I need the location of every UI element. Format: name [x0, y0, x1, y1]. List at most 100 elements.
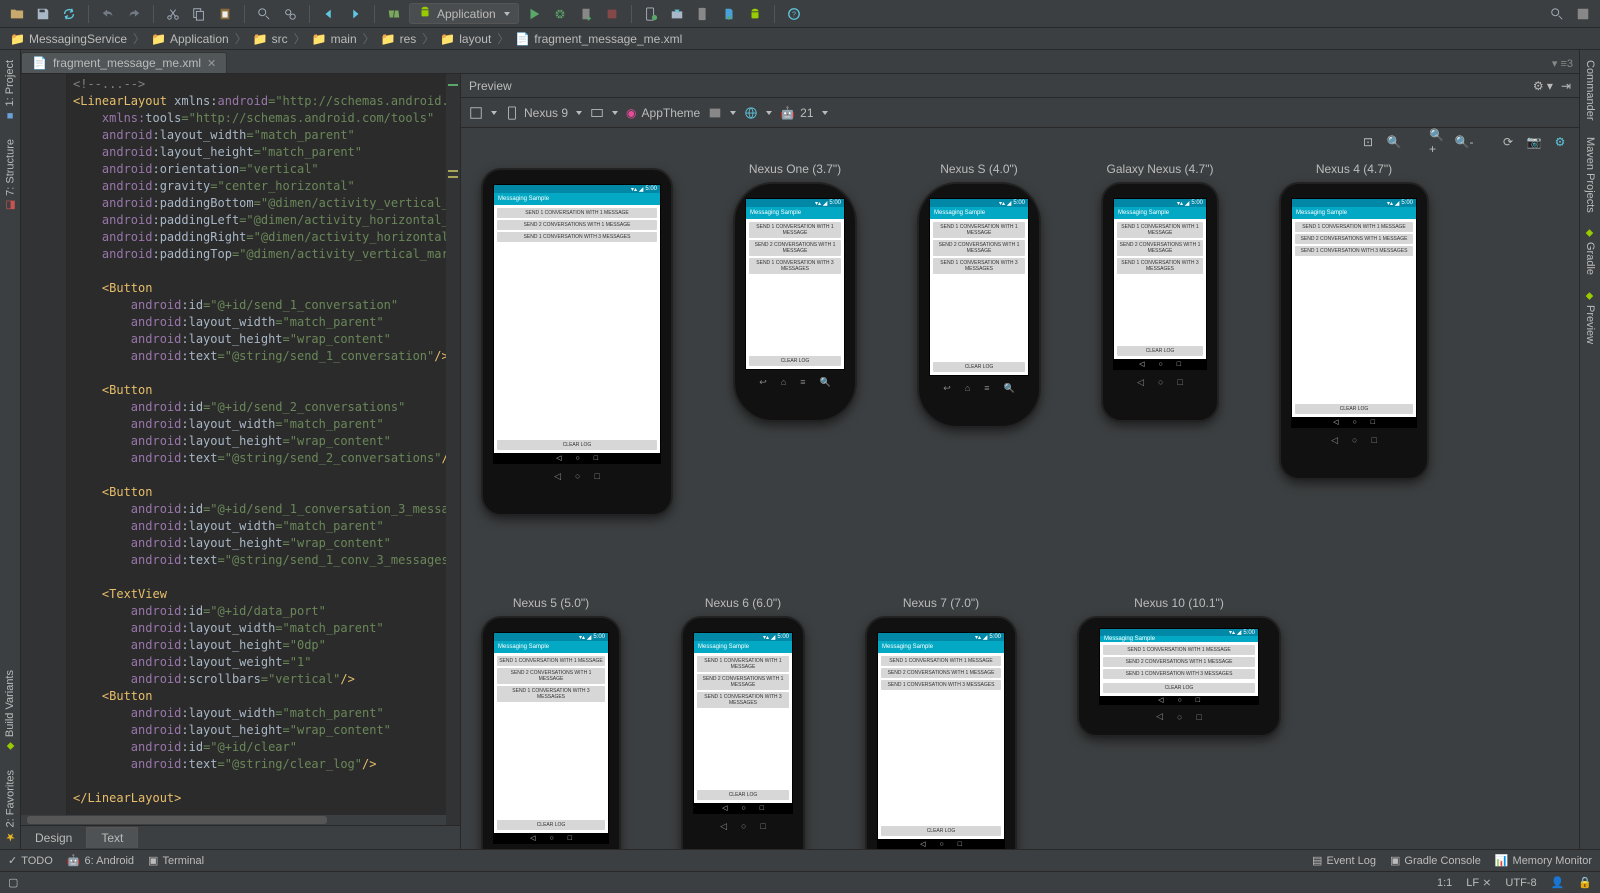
- memory-monitor-button[interactable]: 📊 Memory Monitor: [1495, 854, 1592, 867]
- device-preview[interactable]: Nexus 7 (7.0")▾▴ ◢5:00Messaging SampleSE…: [865, 596, 1017, 849]
- tool-windows-icon[interactable]: ▢: [8, 876, 18, 889]
- zoom-out-icon[interactable]: 🔍-: [1455, 133, 1473, 151]
- run-configuration-dropdown[interactable]: Application: [409, 3, 519, 24]
- device-preview[interactable]: Nexus 4 (4.7")▾▴ ◢5:00Messaging SampleSE…: [1279, 162, 1429, 480]
- sync-gradle-icon[interactable]: [718, 3, 740, 25]
- render-options-icon[interactable]: [469, 106, 497, 120]
- gear-icon[interactable]: ⚙ ▾: [1533, 79, 1553, 93]
- orientation-icon[interactable]: [590, 106, 618, 120]
- file-encoding[interactable]: UTF-8: [1505, 877, 1536, 889]
- project-structure-icon[interactable]: [744, 3, 766, 25]
- lock-icon[interactable]: 🔒: [1578, 876, 1592, 889]
- gradle-button[interactable]: ⬥Gradle: [1584, 222, 1596, 281]
- svg-text:?: ?: [792, 11, 796, 18]
- inspection-icon[interactable]: 👤: [1551, 876, 1565, 889]
- device-preview[interactable]: Nexus 6 (6.0")▾▴ ◢5:00Messaging SampleSE…: [681, 596, 805, 849]
- gradle-console-button[interactable]: ▣ Gradle Console: [1390, 854, 1481, 867]
- open-icon[interactable]: [6, 3, 28, 25]
- save-all-icon[interactable]: [32, 3, 54, 25]
- breadcrumb-item[interactable]: 📁main: [308, 32, 361, 46]
- stop-icon[interactable]: [601, 3, 623, 25]
- search-everywhere-icon[interactable]: [1546, 3, 1568, 25]
- right-tool-stripe: Commander Maven Projects ⬥Gradle ⬥Previe…: [1579, 50, 1600, 849]
- find-icon[interactable]: [253, 3, 275, 25]
- help-icon[interactable]: ?: [783, 3, 805, 25]
- status-bar: ▢ 1:1 LF ⨯ UTF-8 👤 🔒: [0, 871, 1600, 893]
- event-log-button[interactable]: ▤ Event Log: [1312, 854, 1376, 867]
- tab-text[interactable]: Text: [86, 827, 138, 848]
- breadcrumb-item[interactable]: 📁layout: [436, 32, 495, 46]
- android-button[interactable]: 🤖 6: Android: [67, 854, 134, 867]
- activity-icon[interactable]: [708, 106, 736, 120]
- breadcrumb-item[interactable]: 📁src: [249, 32, 292, 46]
- device-preview[interactable]: Nexus One (3.7")▾▴ ◢5:00Messaging Sample…: [733, 162, 857, 422]
- preview-title: Preview: [469, 79, 512, 93]
- android-icon: [418, 5, 432, 22]
- preview-canvas[interactable]: ▾▴ ◢5:00Messaging SampleSEND 1 CONVERSAT…: [461, 156, 1579, 849]
- device-selector[interactable]: Nexus 9: [505, 106, 582, 120]
- device-preview[interactable]: Nexus 10 (10.1")▾▴ ◢5:00Messaging Sample…: [1077, 596, 1281, 737]
- editor-tabs: 📄 fragment_message_me.xml ✕ ▾ ≡3: [21, 50, 1579, 74]
- zoom-in-icon[interactable]: 🔍+: [1429, 133, 1447, 151]
- code-editor[interactable]: <!--...--> <LinearLayout xmlns:android="…: [67, 74, 460, 815]
- favorites-button[interactable]: ★2: Favorites: [4, 764, 17, 849]
- device-name-label: Galaxy Nexus (4.7"): [1107, 162, 1214, 176]
- preview-zoom-bar: ⊡ 🔍 🔍+ 🔍- ⟳ 📷 ⚙: [461, 128, 1579, 156]
- run-icon[interactable]: [523, 3, 545, 25]
- make-icon[interactable]: [383, 3, 405, 25]
- commander-button[interactable]: Commander: [1584, 54, 1596, 127]
- device-name-label: Nexus One (3.7"): [749, 162, 841, 176]
- api-level-selector[interactable]: 🤖21: [780, 106, 827, 120]
- forward-icon[interactable]: [344, 3, 366, 25]
- line-ending[interactable]: LF ⨯: [1466, 876, 1491, 889]
- horizontal-scrollbar[interactable]: [21, 815, 460, 825]
- device-preview[interactable]: Galaxy Nexus (4.7")▾▴ ◢5:00Messaging Sam…: [1101, 162, 1219, 422]
- sync-icon[interactable]: [58, 3, 80, 25]
- todo-button[interactable]: ✓ TODO: [8, 854, 53, 867]
- tab-design[interactable]: Design: [21, 828, 86, 848]
- back-icon[interactable]: [318, 3, 340, 25]
- device-preview[interactable]: ▾▴ ◢5:00Messaging SampleSEND 1 CONVERSAT…: [481, 162, 673, 516]
- file-tab[interactable]: 📄 fragment_message_me.xml ✕: [21, 52, 227, 73]
- debug-icon[interactable]: [549, 3, 571, 25]
- paste-icon[interactable]: [214, 3, 236, 25]
- ddms-icon[interactable]: [692, 3, 714, 25]
- editor-marker-bar[interactable]: [446, 74, 460, 825]
- avd-manager-icon[interactable]: [640, 3, 662, 25]
- cut-icon[interactable]: [162, 3, 184, 25]
- breadcrumb-item[interactable]: 📁res: [377, 32, 421, 46]
- sdk-manager-icon[interactable]: [666, 3, 688, 25]
- folder-icon: 📁: [151, 32, 166, 46]
- replace-icon[interactable]: [279, 3, 301, 25]
- theme-selector[interactable]: ◉AppTheme: [626, 106, 700, 120]
- build-variants-button[interactable]: ⬥Build Variants: [4, 664, 16, 757]
- zoom-actual-icon[interactable]: 🔍: [1385, 133, 1403, 151]
- ide-settings-icon[interactable]: [1572, 3, 1594, 25]
- attach-debugger-icon[interactable]: [575, 3, 597, 25]
- breadcrumb-item[interactable]: 📁Application: [147, 32, 233, 46]
- file-tab-label: fragment_message_me.xml: [53, 56, 201, 70]
- preview-button[interactable]: ⬥Preview: [1584, 285, 1596, 350]
- structure-tool-button[interactable]: ◧7: Structure: [4, 133, 17, 218]
- undo-icon[interactable]: [97, 3, 119, 25]
- breadcrumb-item[interactable]: 📄fragment_message_me.xml: [511, 32, 686, 46]
- zoom-fit-icon[interactable]: ⊡: [1359, 133, 1377, 151]
- editor-gutter[interactable]: [21, 74, 67, 815]
- terminal-button[interactable]: ▣ Terminal: [148, 854, 204, 867]
- redo-icon[interactable]: [123, 3, 145, 25]
- maven-button[interactable]: Maven Projects: [1584, 131, 1596, 219]
- locale-icon[interactable]: [744, 106, 772, 120]
- device-preview[interactable]: Nexus S (4.0")▾▴ ◢5:00Messaging SampleSE…: [917, 162, 1041, 428]
- device-preview[interactable]: Nexus 5 (5.0")▾▴ ◢5:00Messaging SampleSE…: [481, 596, 621, 849]
- hide-icon[interactable]: ⇥: [1561, 79, 1571, 93]
- device-name-label: Nexus 5 (5.0"): [513, 596, 589, 610]
- bottom-tool-stripe: ✓ TODO 🤖 6: Android ▣ Terminal ▤ Event L…: [0, 849, 1600, 871]
- dropdown-icon[interactable]: ▾ ≡3: [1546, 54, 1579, 73]
- project-tool-button[interactable]: ■1: Project: [4, 54, 16, 127]
- breadcrumb-item[interactable]: 📁MessagingService: [6, 32, 131, 46]
- screenshot-icon[interactable]: 📷: [1525, 133, 1543, 151]
- close-icon[interactable]: ✕: [207, 57, 216, 70]
- copy-icon[interactable]: [188, 3, 210, 25]
- refresh-icon[interactable]: ⟳: [1499, 133, 1517, 151]
- settings-icon[interactable]: ⚙: [1551, 133, 1569, 151]
